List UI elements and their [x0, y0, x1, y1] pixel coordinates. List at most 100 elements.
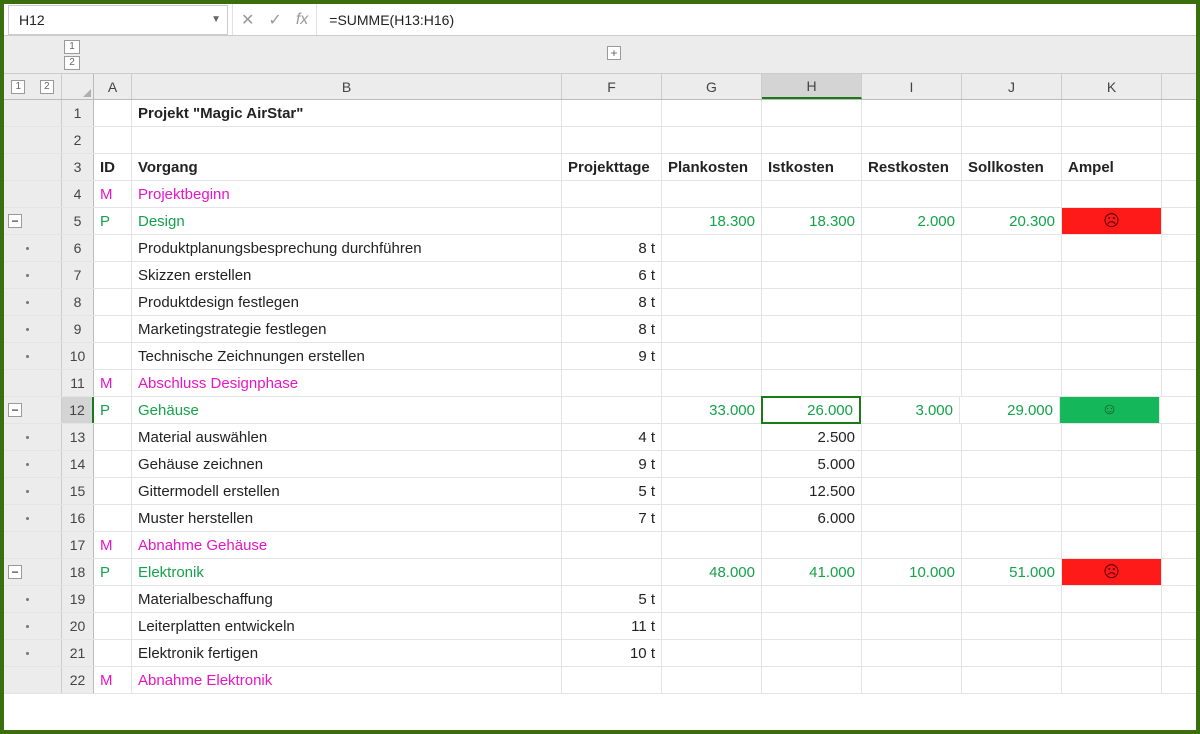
- cell-I2[interactable]: [862, 127, 962, 153]
- cell-B14[interactable]: Gehäuse zeichnen: [132, 451, 562, 477]
- cell-K18[interactable]: ☹: [1062, 559, 1162, 585]
- cell-A7[interactable]: [94, 262, 132, 288]
- cell-B6[interactable]: Produktplanungsbesprechung durchführen: [132, 235, 562, 261]
- cell-G13[interactable]: [662, 424, 762, 450]
- cell-K3[interactable]: Ampel: [1062, 154, 1162, 180]
- col-outline-level-1[interactable]: 1: [64, 40, 80, 54]
- formula-input[interactable]: =SUMME(H13:H16): [317, 4, 1196, 35]
- cell-K20[interactable]: [1062, 613, 1162, 639]
- cell-K12[interactable]: ☺: [1060, 397, 1160, 423]
- cell-I20[interactable]: [862, 613, 962, 639]
- cell-K4[interactable]: [1062, 181, 1162, 207]
- cell-H10[interactable]: [762, 343, 862, 369]
- cell-B9[interactable]: Marketingstrategie festlegen: [132, 316, 562, 342]
- cell-I18[interactable]: 10.000: [862, 559, 962, 585]
- col-header-H[interactable]: H: [762, 74, 862, 99]
- col-header-F[interactable]: F: [562, 74, 662, 99]
- cell-I10[interactable]: [862, 343, 962, 369]
- cell-F4[interactable]: [562, 181, 662, 207]
- cell-G18[interactable]: 48.000: [662, 559, 762, 585]
- cell-J6[interactable]: [962, 235, 1062, 261]
- cell-H22[interactable]: [762, 667, 862, 693]
- cell-A22[interactable]: M: [94, 667, 132, 693]
- row-header[interactable]: 19: [62, 586, 94, 612]
- cell-J9[interactable]: [962, 316, 1062, 342]
- cell-H2[interactable]: [762, 127, 862, 153]
- cell-B16[interactable]: Muster herstellen: [132, 505, 562, 531]
- cell-H9[interactable]: [762, 316, 862, 342]
- cell-I1[interactable]: [862, 100, 962, 126]
- cell-B15[interactable]: Gittermodell erstellen: [132, 478, 562, 504]
- cell-G9[interactable]: [662, 316, 762, 342]
- cell-J22[interactable]: [962, 667, 1062, 693]
- cell-B13[interactable]: Material auswählen: [132, 424, 562, 450]
- cell-I16[interactable]: [862, 505, 962, 531]
- cell-H4[interactable]: [762, 181, 862, 207]
- cell-K22[interactable]: [1062, 667, 1162, 693]
- cell-H15[interactable]: 12.500: [762, 478, 862, 504]
- cell-F16[interactable]: 7 t: [562, 505, 662, 531]
- cell-G11[interactable]: [662, 370, 762, 396]
- row-header[interactable]: 22: [62, 667, 94, 693]
- row-header[interactable]: 20: [62, 613, 94, 639]
- cell-F15[interactable]: 5 t: [562, 478, 662, 504]
- cell-G1[interactable]: [662, 100, 762, 126]
- cell-B4[interactable]: Projektbeginn: [132, 181, 562, 207]
- cell-G3[interactable]: Plankosten: [662, 154, 762, 180]
- row-header[interactable]: 13: [62, 424, 94, 450]
- cell-F13[interactable]: 4 t: [562, 424, 662, 450]
- collapse-group-button[interactable]: −: [8, 214, 22, 228]
- row-outline-level-2[interactable]: 2: [40, 80, 54, 94]
- cell-J4[interactable]: [962, 181, 1062, 207]
- cancel-icon[interactable]: ✕: [241, 10, 254, 30]
- row-header[interactable]: 12: [62, 397, 94, 423]
- cell-B18[interactable]: Elektronik: [132, 559, 562, 585]
- cell-A17[interactable]: M: [94, 532, 132, 558]
- cell-A12[interactable]: P: [94, 397, 132, 423]
- cell-I21[interactable]: [862, 640, 962, 666]
- cell-A16[interactable]: [94, 505, 132, 531]
- cell-F2[interactable]: [562, 127, 662, 153]
- cell-F12[interactable]: [562, 397, 662, 423]
- cell-K1[interactable]: [1062, 100, 1162, 126]
- cell-H14[interactable]: 5.000: [762, 451, 862, 477]
- cell-A3[interactable]: ID: [94, 154, 132, 180]
- cell-K7[interactable]: [1062, 262, 1162, 288]
- cell-I8[interactable]: [862, 289, 962, 315]
- cell-J11[interactable]: [962, 370, 1062, 396]
- cell-I5[interactable]: 2.000: [862, 208, 962, 234]
- cell-J1[interactable]: [962, 100, 1062, 126]
- cell-J5[interactable]: 20.300: [962, 208, 1062, 234]
- cell-G7[interactable]: [662, 262, 762, 288]
- row-header[interactable]: 11: [62, 370, 94, 396]
- cell-I12[interactable]: 3.000: [860, 397, 960, 423]
- cell-F7[interactable]: 6 t: [562, 262, 662, 288]
- cell-A2[interactable]: [94, 127, 132, 153]
- cell-G22[interactable]: [662, 667, 762, 693]
- col-header-A[interactable]: A: [94, 74, 132, 99]
- cell-J16[interactable]: [962, 505, 1062, 531]
- cell-G2[interactable]: [662, 127, 762, 153]
- row-header[interactable]: 21: [62, 640, 94, 666]
- cell-B19[interactable]: Materialbeschaffung: [132, 586, 562, 612]
- select-all-cell[interactable]: [62, 74, 94, 99]
- cell-G17[interactable]: [662, 532, 762, 558]
- cell-H7[interactable]: [762, 262, 862, 288]
- cell-B11[interactable]: Abschluss Designphase: [132, 370, 562, 396]
- row-header[interactable]: 3: [62, 154, 94, 180]
- cell-F9[interactable]: 8 t: [562, 316, 662, 342]
- cell-H16[interactable]: 6.000: [762, 505, 862, 531]
- cell-G10[interactable]: [662, 343, 762, 369]
- cell-K8[interactable]: [1062, 289, 1162, 315]
- row-header[interactable]: 8: [62, 289, 94, 315]
- cell-A15[interactable]: [94, 478, 132, 504]
- cell-I19[interactable]: [862, 586, 962, 612]
- cell-K6[interactable]: [1062, 235, 1162, 261]
- cell-F20[interactable]: 11 t: [562, 613, 662, 639]
- cell-H5[interactable]: 18.300: [762, 208, 862, 234]
- cell-J15[interactable]: [962, 478, 1062, 504]
- cell-J8[interactable]: [962, 289, 1062, 315]
- row-header[interactable]: 7: [62, 262, 94, 288]
- cell-H6[interactable]: [762, 235, 862, 261]
- cell-K9[interactable]: [1062, 316, 1162, 342]
